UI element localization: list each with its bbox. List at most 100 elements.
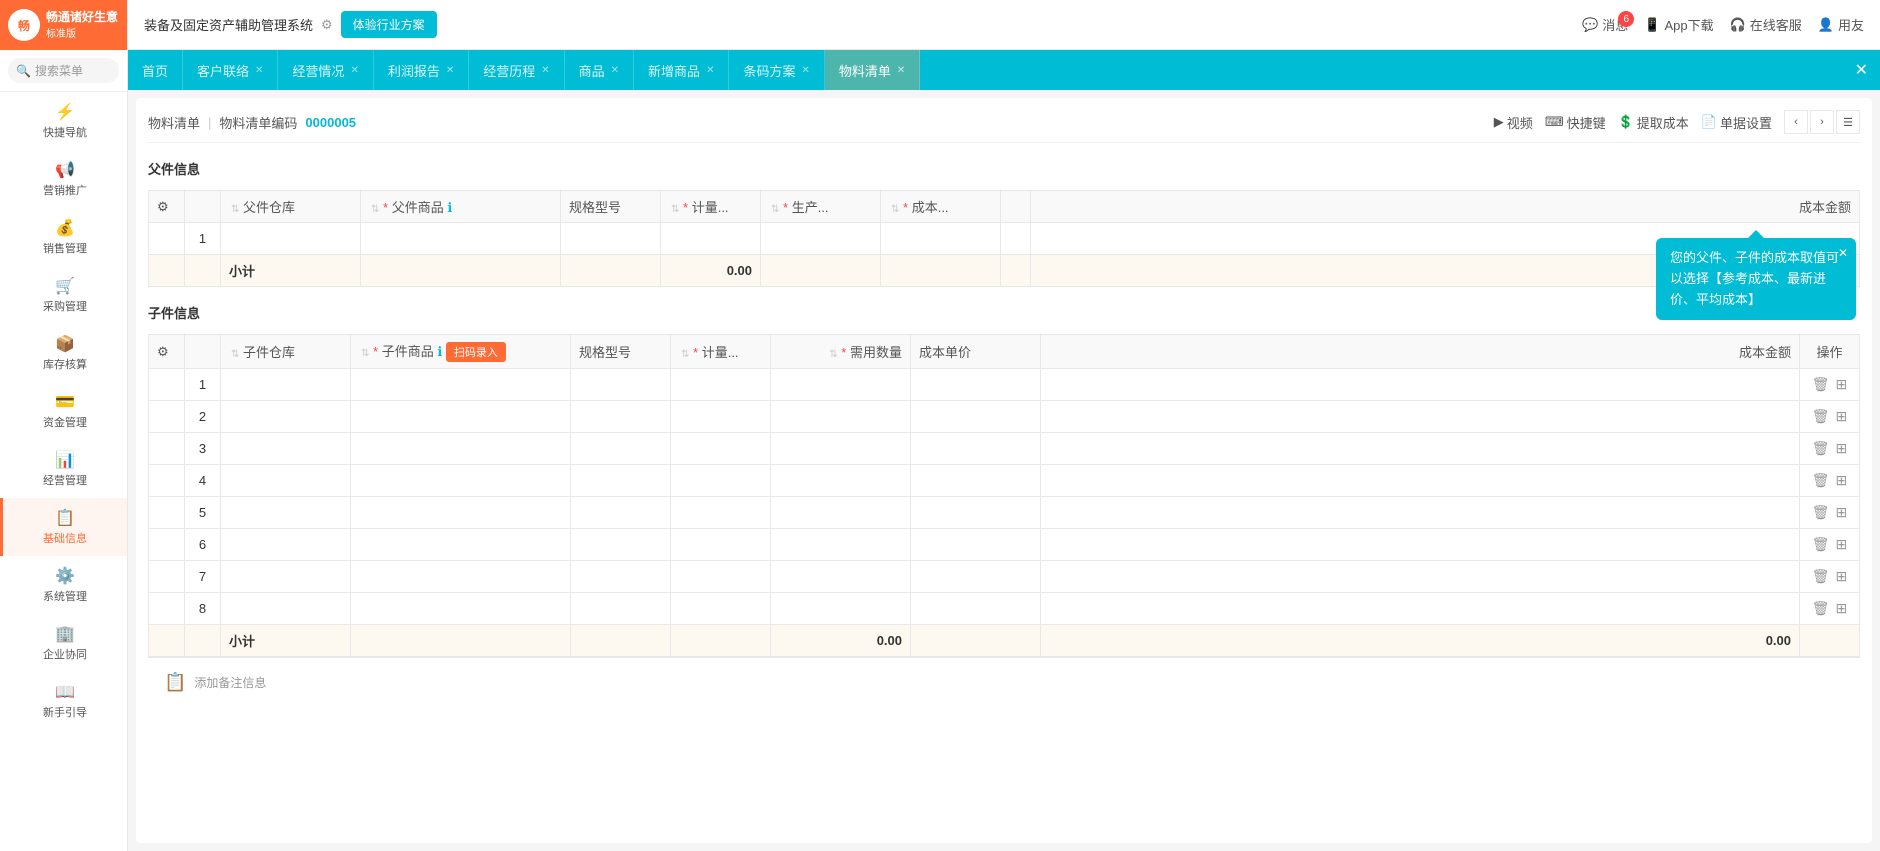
notes-text[interactable]: 添加备注信息	[194, 674, 266, 691]
child-row6-goods[interactable]	[351, 529, 571, 561]
child-row2-qty[interactable]	[771, 401, 911, 433]
child-row1-unit-cost[interactable]	[911, 369, 1041, 401]
parent-row1-spec[interactable]	[561, 223, 661, 255]
child-row3-warehouse[interactable]	[221, 433, 351, 465]
child-row1-unit[interactable]	[671, 369, 771, 401]
child-row3-unit[interactable]	[671, 433, 771, 465]
tab-goods[interactable]: 商品 ✕	[565, 50, 634, 90]
child-row6-unit[interactable]	[671, 529, 771, 561]
child-row1-qty[interactable]	[771, 369, 911, 401]
trial-button[interactable]: 体验行业方案	[341, 11, 437, 38]
parent-row1-cost[interactable]	[881, 223, 1001, 255]
tab-profit-close[interactable]: ✕	[446, 65, 454, 76]
tab-barcode-close[interactable]: ✕	[801, 65, 809, 76]
nav-prev-btn[interactable]: ‹	[1784, 110, 1808, 134]
sidebar-item-quick-nav[interactable]: ⚡ 快捷导航	[0, 92, 127, 150]
copy-icon-row6[interactable]: ⊞	[1836, 536, 1848, 553]
app-download-button[interactable]: 📱 App下载	[1644, 15, 1713, 34]
child-row2-unit[interactable]	[671, 401, 771, 433]
child-row7-spec[interactable]	[571, 561, 671, 593]
parent-row1-unit[interactable]	[661, 223, 761, 255]
child-row5-unit-cost[interactable]	[911, 497, 1041, 529]
delete-icon-row2[interactable]: 🗑	[1812, 408, 1830, 425]
child-row6-qty[interactable]	[771, 529, 911, 561]
sidebar-item-enterprise[interactable]: 🏢 企业协同	[0, 614, 127, 672]
child-row7-qty[interactable]	[771, 561, 911, 593]
child-row6-warehouse[interactable]	[221, 529, 351, 561]
settings-icon[interactable]: ⚙	[321, 17, 333, 33]
sidebar-item-guide[interactable]: 📖 新手引导	[0, 672, 127, 730]
child-row7-unit-cost[interactable]	[911, 561, 1041, 593]
child-row4-unit-cost[interactable]	[911, 465, 1041, 497]
parent-row1-production[interactable]	[761, 223, 881, 255]
scan-input-button[interactable]: 扫码录入	[446, 342, 506, 362]
child-row6-spec[interactable]	[571, 529, 671, 561]
child-row5-qty[interactable]	[771, 497, 911, 529]
copy-icon-row2[interactable]: ⊞	[1836, 408, 1848, 425]
tab-bom-close[interactable]: ✕	[897, 65, 905, 76]
child-row5-goods[interactable]	[351, 497, 571, 529]
tab-history[interactable]: 经营历程 ✕	[469, 50, 564, 90]
tooltip-close-button[interactable]: ✕	[1838, 244, 1848, 263]
view-action[interactable]: ▶ 视频	[1494, 113, 1533, 132]
child-row2-unit-cost[interactable]	[911, 401, 1041, 433]
child-row3-qty[interactable]	[771, 433, 911, 465]
delete-icon-row6[interactable]: 🗑	[1812, 536, 1830, 553]
tab-goods-close[interactable]: ✕	[611, 65, 619, 76]
parent-col-settings[interactable]: ⚙	[149, 191, 185, 223]
nav-next-btn[interactable]: ›	[1810, 110, 1834, 134]
shortcut-action[interactable]: ⌨ 快捷键	[1545, 113, 1606, 132]
child-row1-goods[interactable]	[351, 369, 571, 401]
copy-icon-row8[interactable]: ⊞	[1836, 600, 1848, 617]
child-row4-spec[interactable]	[571, 465, 671, 497]
sidebar-item-basic-info[interactable]: 📋 基础信息	[0, 498, 127, 556]
sidebar-item-inventory[interactable]: 📦 库存核算	[0, 324, 127, 382]
child-row8-warehouse[interactable]	[221, 593, 351, 625]
child-row3-goods[interactable]	[351, 433, 571, 465]
child-col-settings[interactable]: ⚙	[149, 335, 185, 369]
tab-operations[interactable]: 经营情况 ✕	[278, 50, 373, 90]
child-row8-goods[interactable]	[351, 593, 571, 625]
delete-icon-row8[interactable]: 🗑	[1812, 600, 1830, 617]
child-row2-warehouse[interactable]	[221, 401, 351, 433]
child-row3-spec[interactable]	[571, 433, 671, 465]
child-row8-spec[interactable]	[571, 593, 671, 625]
copy-icon-row3[interactable]: ⊞	[1836, 440, 1848, 457]
cost-action[interactable]: 💲 提取成本	[1618, 113, 1689, 132]
sidebar-search-area[interactable]: 🔍 搜索菜单	[0, 50, 127, 92]
delete-icon-row7[interactable]: 🗑	[1812, 568, 1830, 585]
child-row4-qty[interactable]	[771, 465, 911, 497]
child-row4-goods[interactable]	[351, 465, 571, 497]
child-row4-warehouse[interactable]	[221, 465, 351, 497]
sidebar-item-purchase[interactable]: 🛒 采购管理	[0, 266, 127, 324]
child-row5-unit[interactable]	[671, 497, 771, 529]
message-button[interactable]: 💬 消息 6	[1582, 15, 1628, 34]
tab-barcode[interactable]: 条码方案 ✕	[729, 50, 824, 90]
sidebar-item-sales[interactable]: 💰 销售管理	[0, 208, 127, 266]
delete-icon-row5[interactable]: 🗑	[1812, 504, 1830, 521]
tab-home[interactable]: 首页	[128, 50, 183, 90]
child-row7-unit[interactable]	[671, 561, 771, 593]
tab-customer-close[interactable]: ✕	[255, 65, 263, 76]
tab-new-goods-close[interactable]: ✕	[706, 65, 714, 76]
child-row2-spec[interactable]	[571, 401, 671, 433]
tab-bom[interactable]: 物料清单 ✕	[825, 50, 920, 90]
online-support-button[interactable]: 🎧 在线客服	[1730, 15, 1802, 34]
tab-operations-close[interactable]: ✕	[350, 65, 358, 76]
child-row1-warehouse[interactable]	[221, 369, 351, 401]
child-row8-qty[interactable]	[771, 593, 911, 625]
copy-icon-row1[interactable]: ⊞	[1836, 376, 1848, 393]
sidebar-item-finance[interactable]: 💳 资金管理	[0, 382, 127, 440]
child-row7-warehouse[interactable]	[221, 561, 351, 593]
child-row2-goods[interactable]	[351, 401, 571, 433]
child-row3-unit-cost[interactable]	[911, 433, 1041, 465]
copy-icon-row4[interactable]: ⊞	[1836, 472, 1848, 489]
single-settings-action[interactable]: 📄 单据设置	[1701, 113, 1772, 132]
user-button[interactable]: 👤 用友	[1818, 15, 1864, 34]
child-row5-spec[interactable]	[571, 497, 671, 529]
search-input-wrapper[interactable]: 🔍 搜索菜单	[8, 58, 119, 83]
tab-profit[interactable]: 利润报告 ✕	[374, 50, 469, 90]
child-row8-unit-cost[interactable]	[911, 593, 1041, 625]
sidebar-item-operations[interactable]: 📊 经营管理	[0, 440, 127, 498]
tabbar-close-all[interactable]: ✕	[1843, 60, 1880, 80]
